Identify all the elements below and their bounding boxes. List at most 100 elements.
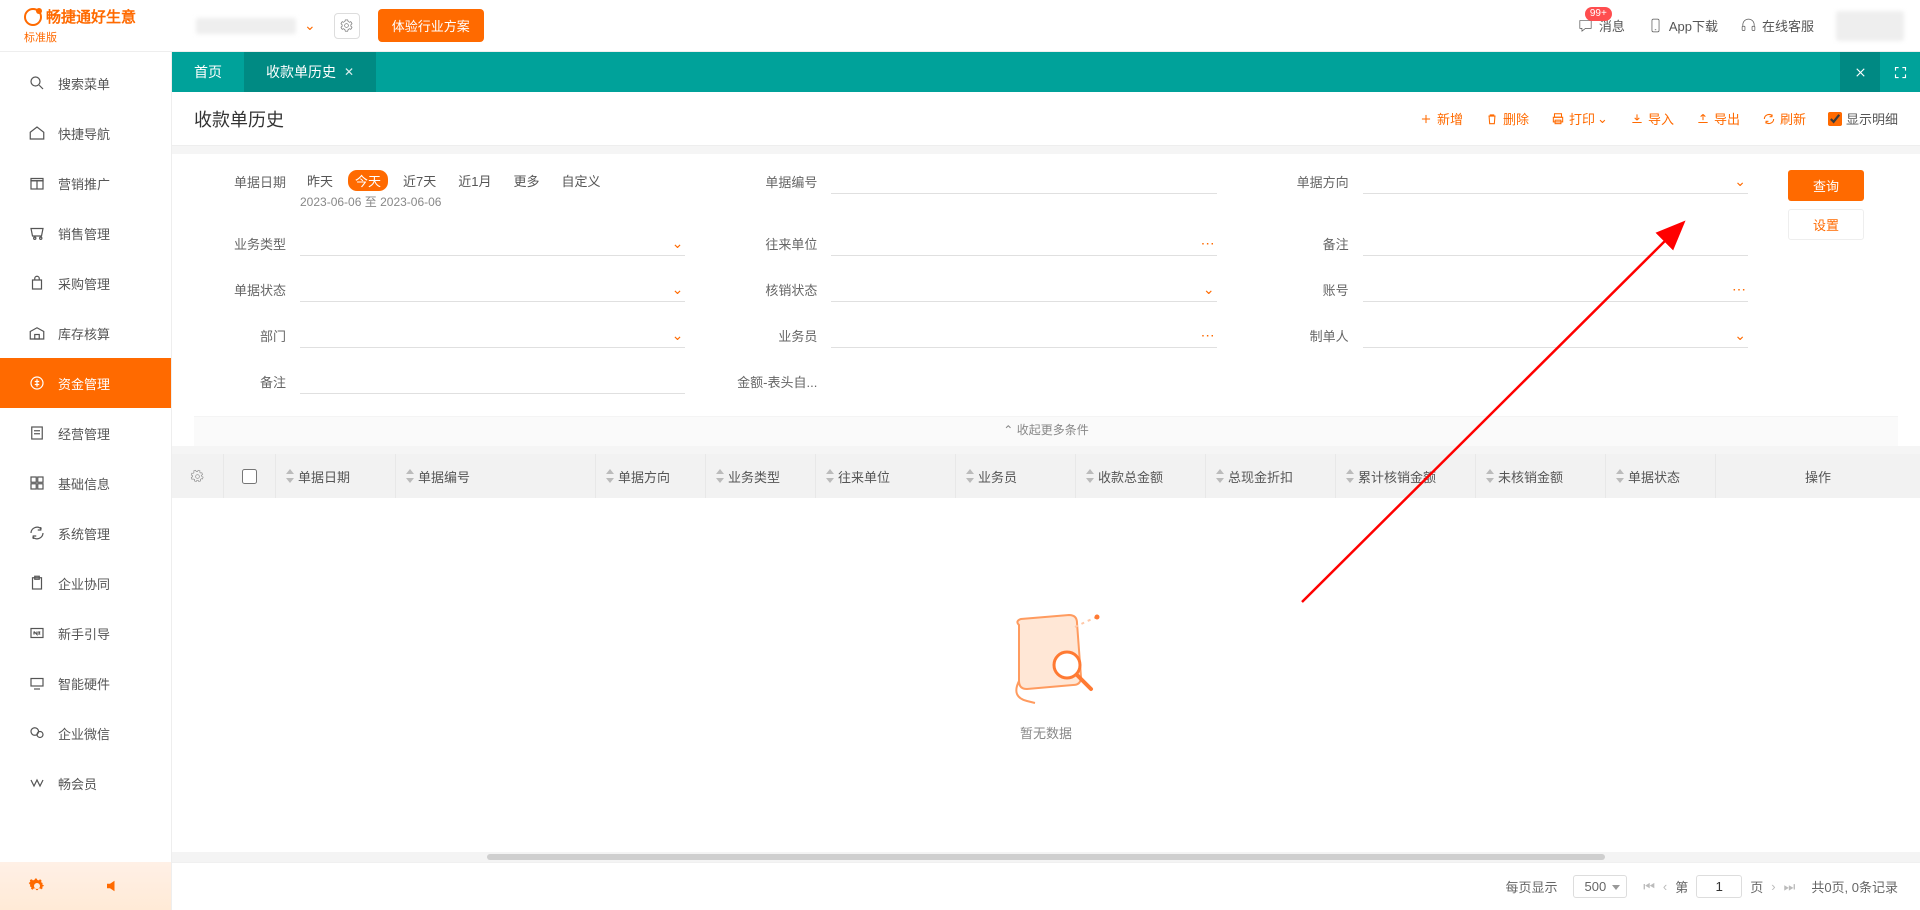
col-label: 业务类型	[728, 467, 780, 486]
doc-no-input[interactable]	[831, 170, 1216, 194]
sidebar-item-collab[interactable]: 企业协同	[0, 558, 171, 608]
operator-input[interactable]: ⋯	[831, 324, 1216, 348]
remark1-input[interactable]	[1363, 232, 1748, 256]
col-total-amount[interactable]: 收款总金额	[1076, 454, 1206, 498]
speaker-icon[interactable]	[104, 877, 122, 895]
more-icon[interactable]: ⋯	[1732, 281, 1746, 298]
sidebar-item-sales[interactable]: 销售管理	[0, 208, 171, 258]
import-button[interactable]: 导入	[1630, 109, 1674, 128]
sidebar-item-quick-nav[interactable]: 快捷导航	[0, 108, 171, 158]
per-page-select[interactable]: 500	[1573, 875, 1627, 898]
page-label-pre: 第	[1675, 877, 1688, 896]
close-icon[interactable]: ✕	[344, 65, 354, 79]
more-icon[interactable]: ⋯	[1201, 327, 1215, 344]
sidebar-item-funds[interactable]: 资金管理	[0, 358, 171, 408]
import-icon	[1630, 112, 1644, 126]
horizontal-scrollbar[interactable]	[172, 852, 1920, 862]
sidebar-item-label: 企业微信	[58, 724, 110, 743]
col-operator[interactable]: 业务员	[956, 454, 1076, 498]
page-last-button[interactable]: ⏭	[1784, 879, 1796, 895]
export-button[interactable]: 导出	[1696, 109, 1740, 128]
doc-status-select[interactable]: ⌄	[300, 278, 685, 302]
remark2-input[interactable]	[300, 370, 685, 394]
settings-gear-button[interactable]	[334, 13, 360, 39]
col-doc-status[interactable]: 单据状态	[1606, 454, 1716, 498]
sidebar-item-purchase[interactable]: 采购管理	[0, 258, 171, 308]
date-tab-7days[interactable]: 近7天	[396, 170, 443, 191]
date-tab-more[interactable]: 更多	[507, 170, 547, 191]
date-sep: 至	[365, 195, 377, 209]
app-download-button[interactable]: App下载	[1647, 16, 1718, 35]
brand-logo-icon	[24, 8, 42, 26]
sidebar-item-vip[interactable]: 畅会员	[0, 758, 171, 808]
sidebar-item-hardware[interactable]: 智能硬件	[0, 658, 171, 708]
query-button[interactable]: 查询	[1788, 170, 1864, 201]
col-cash-discount[interactable]: 总现金折扣	[1206, 454, 1336, 498]
chevron-down-icon: ⌄	[1734, 173, 1746, 190]
sidebar-menu: 搜索菜单 快捷导航 营销推广 销售管理 采购管理 库存核算 资金管理 经营管理 …	[0, 52, 171, 862]
col-doc-no[interactable]: 单据编号	[396, 454, 596, 498]
col-verified-amount[interactable]: 累计核销金额	[1336, 454, 1476, 498]
col-doc-date[interactable]: 单据日期	[276, 454, 396, 498]
messages-button[interactable]: 99+ 消息	[1577, 16, 1625, 35]
sidebar-item-system[interactable]: 系统管理	[0, 508, 171, 558]
account-input[interactable]: ⋯	[1363, 278, 1748, 302]
col-biz-type[interactable]: 业务类型	[706, 454, 816, 498]
creator-select[interactable]: ⌄	[1363, 324, 1748, 348]
home-icon	[28, 124, 46, 142]
page-input[interactable]	[1696, 875, 1742, 898]
sidebar-item-label: 智能硬件	[58, 674, 110, 693]
online-service-button[interactable]: 在线客服	[1740, 16, 1814, 35]
add-button[interactable]: 新增	[1419, 109, 1463, 128]
sidebar-item-inventory[interactable]: 库存核算	[0, 308, 171, 358]
fullscreen-button[interactable]	[1880, 52, 1920, 92]
date-tab-today[interactable]: 今天	[348, 170, 388, 191]
partner-input[interactable]: ⋯	[831, 232, 1216, 256]
refresh-button[interactable]: 刷新	[1762, 109, 1806, 128]
print-button[interactable]: 打印⌄	[1551, 109, 1608, 128]
gear-icon[interactable]	[28, 877, 46, 895]
clipboard-icon	[28, 574, 46, 592]
show-detail-toggle[interactable]: 显示明细	[1828, 109, 1898, 128]
tab-home[interactable]: 首页	[172, 52, 244, 92]
more-icon[interactable]: ⋯	[1201, 235, 1215, 252]
sidebar-item-business[interactable]: 经营管理	[0, 408, 171, 458]
col-label: 操作	[1805, 467, 1831, 486]
biz-type-select[interactable]: ⌄	[300, 232, 685, 256]
sidebar-item-search-menu[interactable]: 搜索菜单	[0, 58, 171, 108]
sidebar-item-basic-info[interactable]: 基础信息	[0, 458, 171, 508]
service-label: 在线客服	[1762, 16, 1814, 35]
table-settings-button[interactable]	[172, 454, 224, 498]
col-partner[interactable]: 往来单位	[816, 454, 956, 498]
page-first-button[interactable]: ⏮	[1643, 879, 1655, 895]
tab-receipt-history[interactable]: 收款单历史 ✕	[244, 52, 376, 92]
action-label: 删除	[1503, 109, 1529, 128]
page-next-button[interactable]: ›	[1771, 879, 1775, 894]
dept-select[interactable]: ⌄	[300, 324, 685, 348]
org-selector[interactable]: ⌄	[196, 17, 316, 34]
col-direction[interactable]: 单据方向	[596, 454, 706, 498]
chevron-down-icon: ⌄	[672, 327, 684, 344]
page-prev-button[interactable]: ‹	[1663, 879, 1667, 894]
sidebar-item-marketing[interactable]: 营销推广	[0, 158, 171, 208]
chevron-down-icon: ⌄	[1597, 111, 1608, 127]
verify-status-select[interactable]: ⌄	[831, 278, 1216, 302]
date-tab-yesterday[interactable]: 昨天	[300, 170, 340, 191]
date-tab-1month[interactable]: 近1月	[451, 170, 498, 191]
tab-close-all-button[interactable]	[1840, 52, 1880, 92]
pager-summary: 共0页, 0条记录	[1811, 877, 1898, 896]
empty-illustration	[991, 607, 1101, 707]
sidebar-item-wechat[interactable]: 企业微信	[0, 708, 171, 758]
filter-settings-button[interactable]: 设置	[1788, 209, 1864, 240]
vip-icon	[28, 774, 46, 792]
date-tab-custom[interactable]: 自定义	[555, 170, 608, 191]
delete-button[interactable]: 删除	[1485, 109, 1529, 128]
user-avatar[interactable]	[1836, 11, 1904, 41]
direction-select[interactable]: ⌄	[1363, 170, 1748, 194]
sidebar-item-guide[interactable]: 新手引导	[0, 608, 171, 658]
select-all-checkbox[interactable]	[224, 454, 276, 498]
collapse-filters-button[interactable]: ⌃ 收起更多条件	[194, 416, 1898, 446]
experience-plan-button[interactable]: 体验行业方案	[378, 9, 484, 42]
detail-checkbox[interactable]	[1828, 112, 1842, 126]
col-unverified-amount[interactable]: 未核销金额	[1476, 454, 1606, 498]
